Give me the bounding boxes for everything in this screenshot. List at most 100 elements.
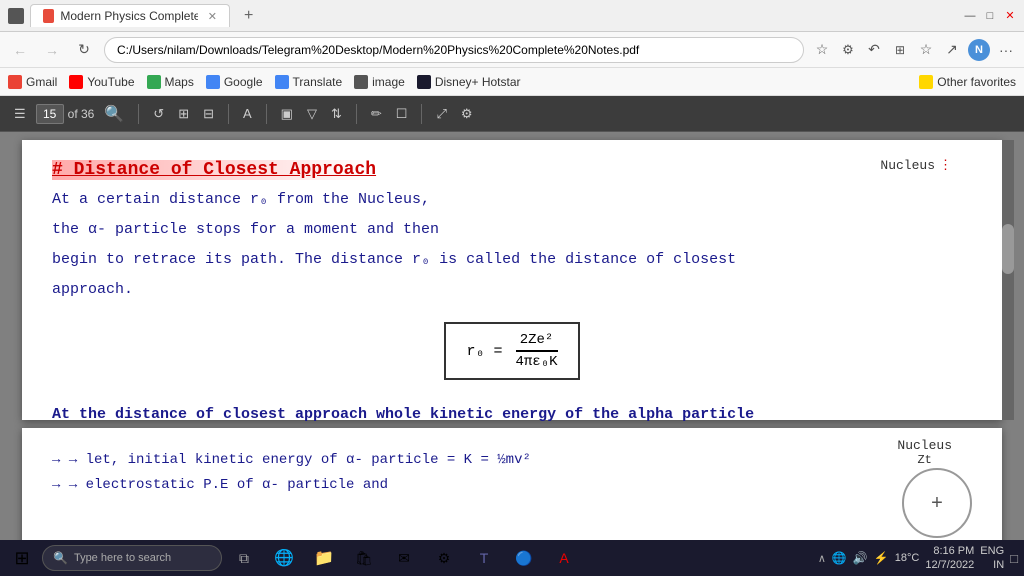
bookmark-youtube[interactable]: YouTube (69, 75, 134, 89)
start-button[interactable]: ⊞ (6, 544, 38, 572)
bookmark-star-icon[interactable]: ☆ (812, 40, 832, 60)
youtube-label: YouTube (87, 75, 134, 89)
network-icon[interactable]: 🌐 (832, 551, 847, 565)
comment-btn[interactable]: ☐ (392, 104, 412, 124)
new-tab-button[interactable]: + (236, 5, 261, 27)
nucleus-circle: + (902, 468, 972, 538)
mail-app-icon: ✉ (398, 550, 410, 567)
columns-btn[interactable]: ⊟ (199, 104, 218, 124)
scrollbar-thumb[interactable] (1002, 224, 1014, 274)
browser-tab[interactable]: Modern Physics Complete Note ✕ (30, 4, 230, 27)
acrobat-app-icon: A (559, 550, 568, 566)
date-display: 12/7/2022 (925, 558, 974, 572)
nucleus-text: Nucleus (880, 158, 935, 173)
taskview-icon: ⧉ (239, 550, 249, 567)
datetime-display: 8:16 PM 12/7/2022 (925, 544, 974, 573)
toolbar-icons: ☆ ⚙ ↶ ⊞ ☆ ↗ N ··· (812, 39, 1016, 61)
taskbar-search-box[interactable]: 🔍 Type here to search (42, 545, 222, 571)
paragraph-line4: approach. (52, 278, 972, 302)
menu-button[interactable]: ··· (996, 40, 1016, 60)
sort-btn[interactable]: ⇅ (327, 104, 346, 124)
translate-label: Translate (293, 75, 343, 89)
folder-icon (919, 75, 933, 89)
bookmark-other[interactable]: Other favorites (919, 75, 1016, 89)
time-display: 8:16 PM (925, 544, 974, 558)
line1-text: → let, initial kinetic energy of α- part… (69, 452, 531, 468)
settings-app-icon[interactable]: ⚙ (426, 544, 462, 572)
font-btn[interactable]: A (239, 104, 256, 123)
line2-text: → electrostatic P.E of α- particle and (69, 477, 388, 493)
formula-box: r₀ = 2Ze² 4πε₀K (444, 322, 579, 380)
thumbnail-btn[interactable]: ⊞ (174, 104, 193, 124)
translate-icon (275, 75, 289, 89)
formula-fraction: 2Ze² 4πε₀K (516, 332, 558, 370)
image-label: image (372, 75, 405, 89)
settings-btn[interactable]: ⚙ (457, 104, 477, 124)
bookmark-google[interactable]: Google (206, 75, 263, 89)
gmail-icon (8, 75, 22, 89)
expand-btn[interactable]: ⤢ (432, 104, 450, 124)
volume-icon[interactable]: 🔊 (853, 551, 868, 565)
bookmark-image[interactable]: image (354, 75, 405, 89)
close-button[interactable]: ✕ (1004, 10, 1016, 22)
history-icon[interactable]: ↶ (864, 40, 884, 60)
multi-page-btn[interactable]: ▣ (277, 104, 297, 124)
edge-icon[interactable]: 🌐 (266, 544, 302, 572)
rotate-btn[interactable]: ↺ (149, 104, 168, 124)
tab-close-btn[interactable]: ✕ (208, 10, 217, 23)
forward-button[interactable]: → (40, 38, 64, 62)
highlight-btn[interactable]: ✏ (367, 104, 386, 124)
bookmark-translate[interactable]: Translate (275, 75, 343, 89)
title-bar-left: Modern Physics Complete Note ✕ + (8, 4, 261, 27)
address-input[interactable] (104, 37, 804, 63)
bookmark-maps[interactable]: Maps (147, 75, 194, 89)
page-title-cutoff: # Distance of Closest Approach (52, 160, 972, 180)
profile-avatar[interactable]: N (968, 39, 990, 61)
language-display: ENG IN (980, 544, 1004, 573)
store-icon[interactable]: 🛍 (346, 544, 382, 572)
formula-denominator: 4πε₀K (516, 352, 558, 370)
page-number-input[interactable] (36, 104, 64, 124)
filter-btn[interactable]: ▽ (303, 104, 321, 124)
extension-icon[interactable]: ⚙ (838, 40, 858, 60)
favorites-icon[interactable]: ☆ (916, 40, 936, 60)
chrome-icon[interactable]: 🔵 (506, 544, 542, 572)
gmail-label: Gmail (26, 75, 57, 89)
chrome-app-icon: 🔵 (515, 550, 532, 567)
other-label: Other favorites (937, 75, 1016, 89)
maximize-button[interactable]: □ (984, 10, 996, 22)
notification-icon[interactable]: □ (1010, 551, 1018, 566)
tab-favicon (43, 9, 54, 23)
paragraph-line3: begin to retrace its path. The distance … (52, 248, 972, 272)
up-arrow-icon[interactable]: ∧ (818, 552, 826, 565)
acrobat-icon[interactable]: A (546, 544, 582, 572)
share-icon[interactable]: ↗ (942, 40, 962, 60)
title-highlight: # Distance of Closest Approach (52, 160, 376, 180)
explorer-icon[interactable]: 📁 (306, 544, 342, 572)
zoom-in-icon[interactable]: 🔍 (100, 102, 128, 126)
bookmark-hotstar[interactable]: Disney+ Hotstar (417, 75, 521, 89)
windows-icon: ⊞ (14, 548, 29, 569)
region-code: IN (980, 558, 1004, 572)
image-icon (354, 75, 368, 89)
minimize-button[interactable]: — (964, 10, 976, 22)
collections-icon[interactable]: ⊞ (890, 40, 910, 60)
settings-icon: ⚙ (438, 550, 451, 567)
taskview-button[interactable]: ⧉ (226, 544, 262, 572)
pdf-content[interactable]: # Distance of Closest Approach Nucleus ⋮… (0, 132, 1024, 576)
title-bar: Modern Physics Complete Note ✕ + — □ ✕ (0, 0, 1024, 32)
arrow1: → (52, 452, 69, 468)
mail-icon[interactable]: ✉ (386, 544, 422, 572)
hotstar-label: Disney+ Hotstar (435, 75, 521, 89)
browser-icon (8, 8, 24, 24)
pdf-menu-btn[interactable]: ☰ (10, 104, 30, 124)
bookmark-gmail[interactable]: Gmail (8, 75, 57, 89)
window-controls: — □ ✕ (964, 10, 1016, 22)
teams-icon[interactable]: T (466, 544, 502, 572)
nucleus-text-bottom: Nucleus (897, 438, 952, 453)
reload-button[interactable]: ↻ (72, 38, 96, 62)
back-button[interactable]: ← (8, 38, 32, 62)
page-total: of 36 (68, 107, 95, 121)
microsoft-store-icon: 🛍 (355, 550, 373, 567)
scrollbar-track[interactable] (1002, 140, 1014, 420)
